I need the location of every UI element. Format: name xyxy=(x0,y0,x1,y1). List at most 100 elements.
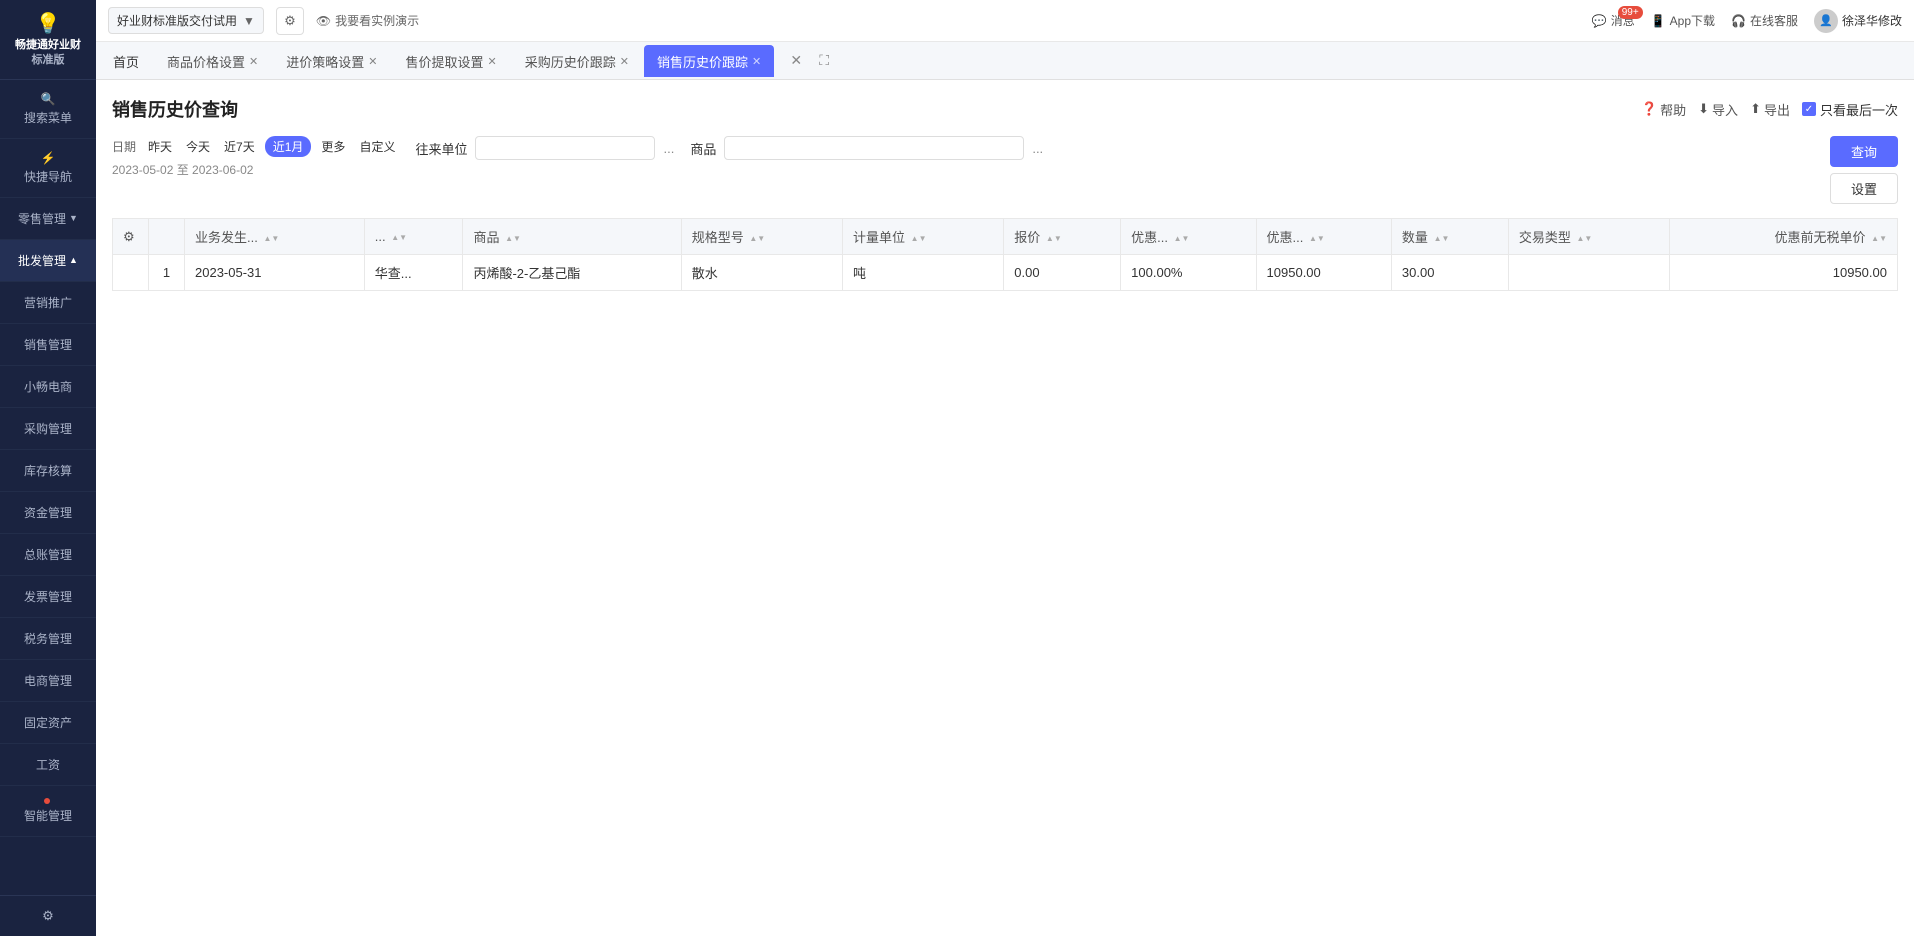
table-body: 1 2023-05-31 华查... 丙烯酸-2-乙基己酯 散水 吨 0.00 … xyxy=(113,255,1898,291)
search-menu-icon: 🔍 xyxy=(41,92,56,106)
sort-icon: ▲▼ xyxy=(1309,234,1325,243)
date-opt-last1m[interactable]: 近1月 xyxy=(265,136,312,157)
col-header-discount-amt[interactable]: 优惠... ▲▼ xyxy=(1256,219,1391,255)
col-header-spec[interactable]: 规格型号 ▲▼ xyxy=(681,219,842,255)
row-settings-cell xyxy=(113,255,149,291)
date-opt-today[interactable]: 今天 xyxy=(182,136,214,157)
sidebar-item-payroll[interactable]: 工资 xyxy=(0,744,96,786)
col-header-price[interactable]: 报价 ▲▼ xyxy=(1004,219,1121,255)
col-header-discount-pct[interactable]: 优惠... ▲▼ xyxy=(1121,219,1256,255)
date-opt-last7[interactable]: 近7天 xyxy=(220,136,259,157)
tab-sales-history[interactable]: 销售历史价跟踪 ✕ xyxy=(644,45,774,77)
red-dot-icon xyxy=(44,798,50,804)
payroll-label: 工资 xyxy=(36,756,60,773)
ecommerce-label: 小畅电商 xyxy=(24,378,72,395)
eye-icon: 👁 xyxy=(316,14,331,28)
col-header-settings[interactable]: ⚙ xyxy=(113,219,149,255)
col-header-unit[interactable]: 计量单位 ▲▼ xyxy=(843,219,1004,255)
sidebar-item-purchase-mgmt[interactable]: 采购管理 xyxy=(0,408,96,450)
app-download-action[interactable]: 📱 App下载 xyxy=(1651,12,1715,29)
tab-close-sales-history[interactable]: ✕ xyxy=(752,55,761,68)
help-label: 帮助 xyxy=(1660,100,1686,119)
sidebar-item-fixed-assets[interactable]: 固定资产 xyxy=(0,702,96,744)
product-filter-input[interactable] xyxy=(724,136,1024,160)
sidebar-item-capital-mgmt[interactable]: 资金管理 xyxy=(0,492,96,534)
pretax-price-cell: 10950.00 xyxy=(1670,255,1898,291)
sidebar-item-wholesale-mgmt[interactable]: 批发管理 ▲ xyxy=(0,240,96,282)
sidebar-settings-btn[interactable]: ⚙ xyxy=(0,895,96,936)
date-opt-more[interactable]: 更多 xyxy=(317,136,349,157)
sidebar-item-label: 搜索菜单 xyxy=(24,109,72,126)
help-action[interactable]: ❓ 帮助 xyxy=(1641,100,1686,119)
inventory-label: 库存核算 xyxy=(24,462,72,479)
col-header-extra[interactable]: ... ▲▼ xyxy=(364,219,463,255)
query-button[interactable]: 查询 xyxy=(1830,136,1898,167)
message-icon: 💬 xyxy=(1592,14,1607,28)
sidebar-item-ecom-mgmt[interactable]: 电商管理 xyxy=(0,660,96,702)
tab-home[interactable]: 首页 xyxy=(100,45,152,77)
tab-close-product-price[interactable]: ✕ xyxy=(249,55,258,68)
sidebar-item-sales-mgmt[interactable]: 销售管理 xyxy=(0,324,96,366)
quantity-cell: 30.00 xyxy=(1391,255,1508,291)
col-header-trans-type[interactable]: 交易类型 ▲▼ xyxy=(1508,219,1669,255)
import-action[interactable]: ⬇ 导入 xyxy=(1698,100,1738,119)
tab-purchase-history[interactable]: 采购历史价跟踪 ✕ xyxy=(512,45,642,77)
online-service-label: 在线客服 xyxy=(1750,12,1798,29)
sidebar-item-ecommerce[interactable]: 小畅电商 xyxy=(0,366,96,408)
sidebar-item-invoice-mgmt[interactable]: 发票管理 xyxy=(0,576,96,618)
col-header-quantity[interactable]: 数量 ▲▼ xyxy=(1391,219,1508,255)
message-badge: 99+ xyxy=(1618,6,1643,19)
online-service-action[interactable]: 🎧 在线客服 xyxy=(1731,12,1798,29)
sort-icon: ▲▼ xyxy=(911,234,927,243)
tab-close-price-extract[interactable]: ✕ xyxy=(488,55,497,68)
product-filter-dots[interactable]: ... xyxy=(1032,141,1043,156)
tab-close-purchase-history[interactable]: ✕ xyxy=(620,55,629,68)
tab-price-extract[interactable]: 售价提取设置 ✕ xyxy=(392,45,509,77)
sidebar-item-retail-mgmt[interactable]: 零售管理 ▼ xyxy=(0,198,96,240)
purchase-mgmt-label: 采购管理 xyxy=(24,420,72,437)
tab-close-purchase-strategy[interactable]: ✕ xyxy=(368,55,377,68)
page-title: 销售历史价查询 xyxy=(112,96,238,122)
sales-mgmt-label: 销售管理 xyxy=(24,336,72,353)
chevron-down-icon: ▼ xyxy=(69,213,78,223)
customer-filter-input[interactable] xyxy=(475,136,655,160)
settings-button[interactable]: 设置 xyxy=(1830,173,1898,204)
export-label: 导出 xyxy=(1764,100,1790,119)
col-header-product[interactable]: 商品 ▲▼ xyxy=(463,219,681,255)
checkbox-icon: ✓ xyxy=(1802,102,1816,116)
sort-icon: ▲▼ xyxy=(391,233,407,242)
sort-icon: ▲▼ xyxy=(505,234,521,243)
only-last-label: 只看最后一次 xyxy=(1820,100,1898,119)
sidebar-item-search-menu[interactable]: 🔍 搜索菜单 xyxy=(0,80,96,139)
export-action[interactable]: ⬆ 导出 xyxy=(1750,100,1790,119)
date-opt-yesterday[interactable]: 昨天 xyxy=(144,136,176,157)
sidebar-item-ledger-mgmt[interactable]: 总账管理 xyxy=(0,534,96,576)
sidebar-item-tax-mgmt[interactable]: 税务管理 xyxy=(0,618,96,660)
header-settings-btn[interactable]: ⚙ xyxy=(276,7,304,35)
sort-icon: ▲▼ xyxy=(749,234,765,243)
sidebar-item-marketing[interactable]: 营销推广 xyxy=(0,282,96,324)
ledger-mgmt-label: 总账管理 xyxy=(24,546,72,563)
col-header-business-date[interactable]: 业务发生... ▲▼ xyxy=(185,219,365,255)
tab-purchase-strategy[interactable]: 进价策略设置 ✕ xyxy=(273,45,390,77)
customer-filter-label: 往来单位 xyxy=(415,139,467,158)
sidebar-item-inventory[interactable]: 库存核算 xyxy=(0,450,96,492)
sidebar-item-quick-nav[interactable]: ⚡ 快捷导航 xyxy=(0,139,96,198)
expand-window-btn[interactable]: ⛶ xyxy=(812,49,836,73)
workspace-selector[interactable]: 好业财标准版交付试用 ▼ xyxy=(108,7,264,34)
demo-button[interactable]: 👁 我要看实例演示 xyxy=(316,12,419,29)
wholesale-mgmt-label: 批发管理 xyxy=(18,252,66,269)
message-action[interactable]: 💬 消息 99+ xyxy=(1592,12,1635,29)
user-info[interactable]: 👤 徐泽华修改 xyxy=(1814,9,1902,33)
sort-icon: ▲▼ xyxy=(1871,234,1887,243)
sidebar-item-smart-mgmt[interactable]: 智能管理 xyxy=(0,786,96,837)
close-window-btn[interactable]: ✕ xyxy=(784,49,808,73)
tab-purchase-history-label: 采购历史价跟踪 xyxy=(525,52,616,71)
only-last-checkbox[interactable]: ✓ 只看最后一次 xyxy=(1802,100,1898,119)
customer-filter-dots[interactable]: ... xyxy=(663,141,674,156)
unit-cell: 吨 xyxy=(843,255,1004,291)
discount-amt-cell: 10950.00 xyxy=(1256,255,1391,291)
col-header-pretax-price[interactable]: 优惠前无税单价 ▲▼ xyxy=(1670,219,1898,255)
date-opt-custom[interactable]: 自定义 xyxy=(355,136,399,157)
tab-product-price[interactable]: 商品价格设置 ✕ xyxy=(154,45,271,77)
